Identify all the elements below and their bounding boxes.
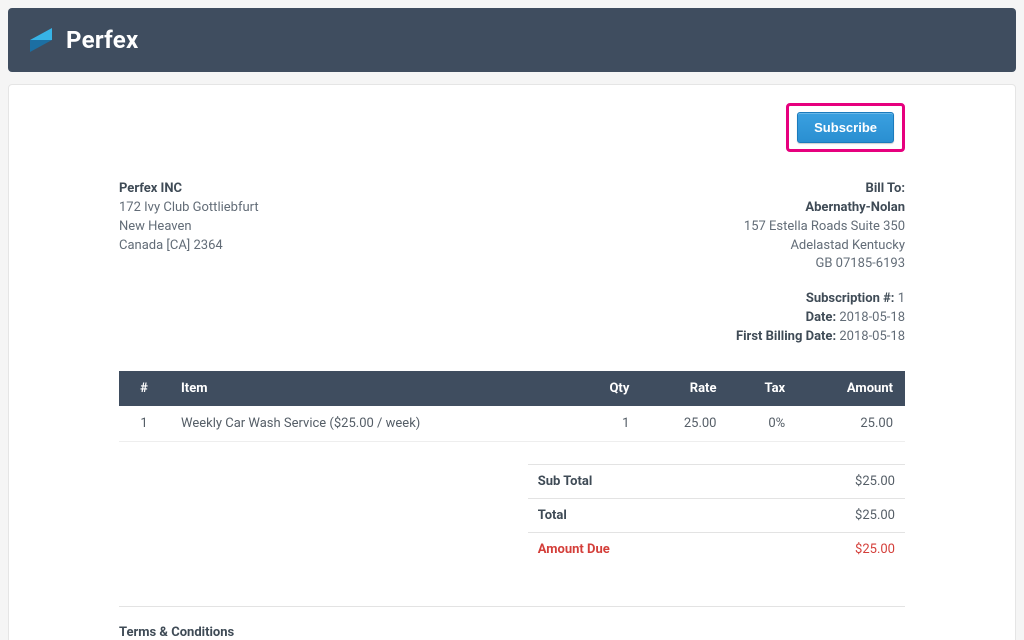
topbar: Perfex [8, 8, 1016, 72]
invoice-card: Subscribe Perfex INC 172 Ivy Club Gottli… [8, 84, 1016, 640]
table-row: 1 Weekly Car Wash Service ($25.00 / week… [119, 406, 905, 442]
col-tax: Tax [728, 371, 797, 406]
from-line3: Canada [CA] 2364 [119, 237, 259, 256]
col-rate: Rate [641, 371, 728, 406]
subscribe-button[interactable]: Subscribe [797, 112, 894, 143]
col-item: Item [169, 371, 574, 406]
cell-qty: 1 [574, 406, 642, 442]
from-name: Perfex INC [119, 180, 259, 199]
date-label: Date: [806, 310, 837, 325]
col-qty: Qty [574, 371, 642, 406]
cell-tax: 0% [728, 406, 797, 442]
actions-bar: Subscribe [119, 103, 905, 152]
brand-title: Perfex [66, 26, 139, 54]
from-address: Perfex INC 172 Ivy Club Gottliebfurt New… [119, 180, 259, 347]
subscribe-highlight: Subscribe [786, 103, 905, 152]
totals: Sub Total $25.00 Total $25.00 Amount Due… [528, 464, 905, 566]
from-line2: New Heaven [119, 218, 259, 237]
subtotal-label: Sub Total [538, 474, 593, 489]
col-amount: Amount [797, 371, 905, 406]
cell-num: 1 [119, 406, 169, 442]
total-label: Total [538, 508, 567, 523]
first-billing-label: First Billing Date: [736, 329, 836, 344]
terms-heading: Terms & Conditions [119, 625, 905, 640]
bill-to-address: Bill To: Abernathy-Nolan 157 Estella Roa… [736, 180, 905, 347]
bill-to-name: Abernathy-Nolan [736, 199, 905, 218]
subtotal-value: $25.00 [855, 474, 895, 489]
line-items-table: # Item Qty Rate Tax Amount 1 Weekly Car … [119, 371, 905, 442]
date-value: 2018-05-18 [839, 310, 905, 325]
cell-item: Weekly Car Wash Service ($25.00 / week) [169, 406, 574, 442]
first-billing-value: 2018-05-18 [839, 329, 905, 344]
cell-amount: 25.00 [797, 406, 905, 442]
bill-to-line2: Adelastad Kentucky [736, 237, 905, 256]
col-num: # [119, 371, 169, 406]
bill-to-line1: 157 Estella Roads Suite 350 [736, 218, 905, 237]
cell-rate: 25.00 [641, 406, 728, 442]
total-value: $25.00 [855, 508, 895, 523]
divider [119, 606, 905, 607]
subscription-number-label: Subscription #: [806, 291, 895, 306]
logo-icon [30, 28, 52, 52]
subscription-number-value: 1 [898, 291, 905, 306]
from-line1: 172 Ivy Club Gottliebfurt [119, 199, 259, 218]
amount-due-label: Amount Due [538, 542, 610, 557]
bill-to-line3: GB 07185-6193 [736, 255, 905, 274]
bill-to-heading: Bill To: [736, 180, 905, 199]
amount-due-value: $25.00 [855, 542, 895, 557]
